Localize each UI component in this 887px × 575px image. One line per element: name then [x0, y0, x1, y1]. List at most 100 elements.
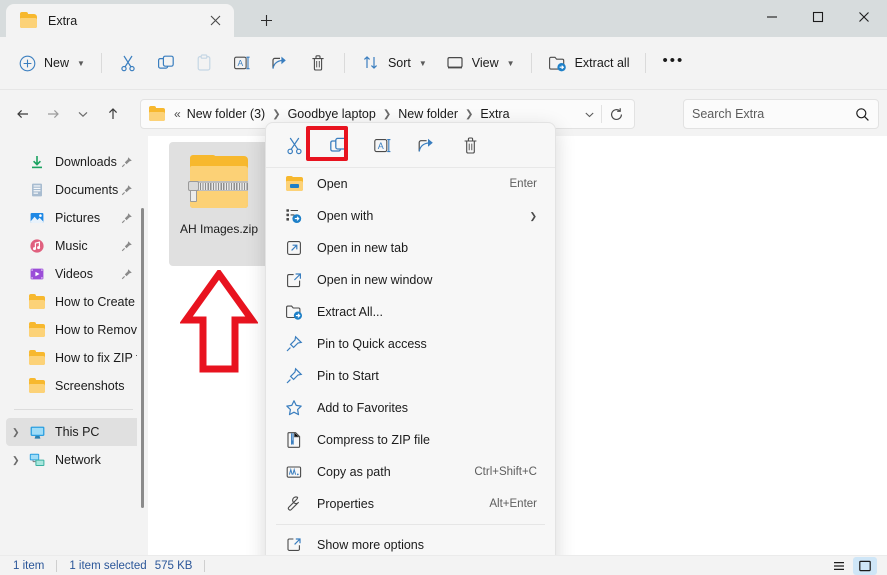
documents-icon [28, 181, 46, 199]
delete-button[interactable] [299, 47, 337, 80]
sidebar-item-label: Network [55, 453, 101, 467]
pin-icon[interactable] [121, 184, 133, 196]
context-item-compress-to-zip[interactable]: Compress to ZIP file [270, 424, 551, 456]
tab-title: Extra [48, 13, 78, 28]
refresh-icon[interactable] [602, 101, 630, 127]
breadcrumb-overflow[interactable]: « [171, 105, 184, 123]
videos-icon [28, 265, 46, 283]
breadcrumb-item-4[interactable]: Extra [477, 105, 512, 123]
context-item-accel: Ctrl+Shift+C [474, 466, 537, 478]
more-options-button[interactable]: ••• [653, 47, 693, 80]
close-icon[interactable] [204, 10, 226, 32]
pin-icon[interactable] [121, 212, 133, 224]
context-delete-button[interactable] [454, 130, 486, 160]
sidebar-item-screenshots[interactable]: Screenshots [6, 372, 141, 400]
sidebar-item-pictures[interactable]: Pictures [6, 204, 141, 232]
pin-icon[interactable] [121, 268, 133, 280]
status-divider-2 [204, 559, 206, 572]
new-tab-button[interactable] [252, 7, 280, 33]
share-button[interactable] [261, 47, 299, 80]
pin-icon[interactable] [121, 156, 133, 168]
sidebar-item-label: Documents [55, 183, 119, 197]
new-button[interactable]: New ▼ [8, 47, 94, 80]
pin-icon [284, 366, 304, 386]
context-item-pin-to-quick-access[interactable]: Pin to Quick access [270, 328, 551, 360]
breadcrumb-item-3[interactable]: New folder [395, 105, 461, 123]
context-item-open-with[interactable]: Open with ❯ [270, 200, 551, 232]
context-item-open-in-new-tab[interactable]: Open in new tab [270, 232, 551, 264]
view-button[interactable]: View ▼ [436, 47, 524, 80]
folder-icon [28, 377, 46, 395]
context-item-pin-to-start[interactable]: Pin to Start [270, 360, 551, 392]
red-arrow-annotation [179, 267, 259, 380]
extract-all-label: Extract all [574, 56, 630, 70]
tab-extra[interactable]: Extra [6, 4, 234, 37]
svg-text:A: A [377, 140, 383, 150]
breadcrumb-item-2[interactable]: Goodbye laptop [285, 105, 379, 123]
toolbar-divider [100, 53, 102, 73]
sidebar-item-this-pc[interactable]: ❯ This PC [6, 418, 141, 446]
file-explorer-window: Extra New ▼ A Sort ▼ View ▼ Extract all … [0, 0, 887, 575]
breadcrumb-separator: ❯ [382, 108, 392, 120]
context-item-label: Show more options [317, 538, 425, 552]
sort-button[interactable]: Sort ▼ [352, 47, 436, 80]
sidebar-item-how-to-fix-zip[interactable]: How to fix ZIP f [6, 344, 141, 372]
window-close-button[interactable] [841, 0, 887, 33]
sidebar-item-network[interactable]: ❯ Network [6, 446, 141, 474]
rename-button[interactable]: A [223, 47, 261, 80]
breadcrumb-item-1[interactable]: New folder (3) [184, 105, 269, 123]
view-icon [445, 53, 465, 73]
context-item-accel: Alt+Enter [489, 498, 537, 510]
context-item-copy-as-path[interactable]: Copy as path Ctrl+Shift+C [270, 456, 551, 488]
forward-button[interactable] [38, 99, 68, 129]
context-item-open[interactable]: Open Enter [270, 168, 551, 200]
back-button[interactable] [8, 99, 38, 129]
minimize-button[interactable] [749, 0, 795, 33]
context-item-label: Pin to Start [317, 369, 379, 383]
context-item-label: Compress to ZIP file [317, 433, 431, 447]
extract-all-button[interactable]: Extract all [539, 47, 639, 80]
sidebar-item-downloads[interactable]: Downloads [6, 148, 141, 176]
sidebar-scrollbar-thumb[interactable] [141, 208, 144, 508]
copy-path-icon [284, 462, 304, 482]
chevron-right-icon[interactable]: ❯ [12, 427, 20, 438]
context-item-label: Open [317, 177, 348, 191]
context-item-label: Open with [317, 209, 374, 223]
context-item-properties[interactable]: Properties Alt+Enter [270, 488, 551, 520]
rename-icon: A [232, 53, 252, 73]
context-item-add-to-favorites[interactable]: Add to Favorites [270, 392, 551, 424]
list-view-button[interactable] [827, 557, 851, 575]
status-item-count: 1 item [13, 559, 45, 572]
context-item-open-in-new-window[interactable]: Open in new window [270, 264, 551, 296]
cut-button[interactable] [109, 47, 147, 80]
sidebar-scrollbar[interactable] [137, 140, 148, 555]
sidebar-item-documents[interactable]: Documents [6, 176, 141, 204]
maximize-button[interactable] [795, 0, 841, 33]
context-item-extract-all[interactable]: Extract All... [270, 296, 551, 328]
search-input[interactable]: Search Extra [683, 99, 879, 129]
context-share-button[interactable] [410, 130, 442, 160]
view-mode-toggles [827, 556, 877, 575]
status-bar: 1 item 1 item selected 575 KB [0, 555, 887, 575]
recent-locations-button[interactable] [68, 99, 98, 129]
sidebar-item-how-to-remove[interactable]: How to Remove [6, 316, 144, 344]
search-icon[interactable] [855, 107, 870, 122]
context-rename-button[interactable]: A [366, 130, 398, 160]
context-item-label: Add to Favorites [317, 401, 409, 415]
zip-icon [284, 430, 304, 450]
up-button[interactable] [98, 99, 128, 129]
file-item-ah-images-zip[interactable]: AH Images.zip [169, 142, 269, 266]
details-view-button[interactable] [853, 556, 877, 575]
file-name-label: AH Images.zip [179, 222, 259, 236]
pin-icon[interactable] [121, 240, 133, 252]
chevron-right-icon[interactable]: ❯ [12, 455, 20, 466]
address-chevron-down-icon[interactable] [577, 102, 601, 126]
copy-button[interactable] [147, 47, 185, 80]
sidebar-item-music[interactable]: Music [6, 232, 141, 260]
sidebar-item-label: Pictures [55, 211, 101, 225]
context-menu-divider [276, 524, 545, 525]
paste-button[interactable] [185, 47, 223, 80]
ellipsis-icon: ••• [662, 51, 685, 69]
sidebar-item-videos[interactable]: Videos [6, 260, 141, 288]
sidebar-item-how-to-create[interactable]: How to Create C [6, 288, 147, 316]
